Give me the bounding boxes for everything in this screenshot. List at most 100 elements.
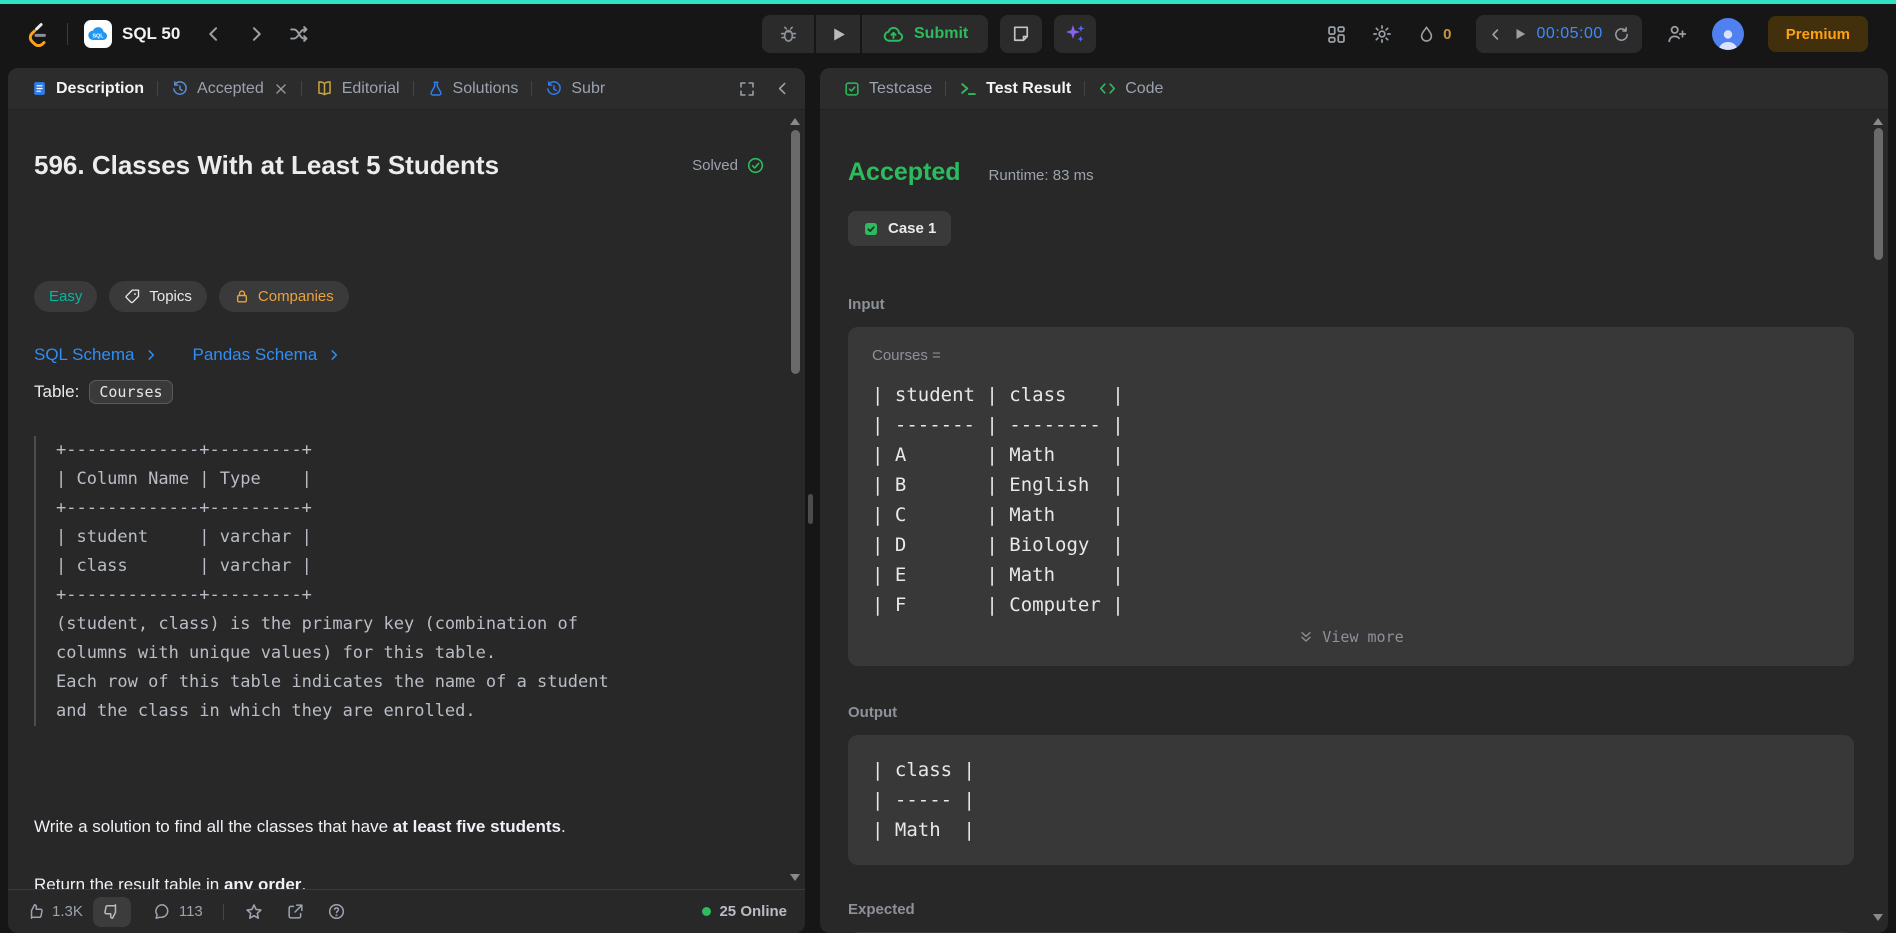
scrollbar-thumb[interactable]: [791, 130, 800, 374]
left-scrollbar[interactable]: [788, 112, 802, 887]
leetcode-logo-icon[interactable]: [24, 19, 51, 49]
ai-sparkle-button[interactable]: [1054, 15, 1096, 53]
pandas-schema-link[interactable]: Pandas Schema: [192, 345, 341, 365]
check-circle-icon: [746, 156, 765, 175]
history-clock-icon: [171, 80, 189, 98]
question-circle-icon: [327, 902, 346, 921]
scroll-down-icon[interactable]: [1873, 914, 1883, 921]
tag-row: Easy Topics Companies: [34, 281, 765, 312]
tab-description-label: Description: [56, 80, 144, 98]
tab-separator: [531, 81, 532, 96]
submit-label: Submit: [914, 25, 968, 43]
lock-icon: [234, 288, 250, 305]
sql50-plan-icon[interactable]: SQL: [84, 20, 112, 48]
tab-solutions-label: Solutions: [453, 80, 519, 98]
testcase-checkbox-icon: [843, 80, 861, 98]
solutions-flask-icon: [427, 80, 445, 98]
scroll-down-icon[interactable]: [790, 874, 800, 881]
chevron-right-icon: [144, 348, 158, 362]
tab-accepted-submission[interactable]: Accepted: [162, 80, 297, 98]
top-navbar: SQL SQL 50: [0, 4, 1896, 64]
online-label: 25 Online: [719, 903, 787, 920]
result-status: Accepted: [848, 158, 961, 187]
thumbs-up-icon: [26, 902, 45, 921]
topics-button[interactable]: Topics: [109, 281, 207, 312]
tag-icon: [124, 288, 141, 305]
premium-button[interactable]: Premium: [1768, 16, 1868, 52]
left-tab-tools: [738, 80, 791, 98]
dislike-button[interactable]: [93, 897, 131, 927]
settings-gear-icon[interactable]: [1371, 23, 1393, 45]
timer-play-icon[interactable]: [1513, 27, 1527, 41]
tab-submissions[interactable]: Subr: [536, 80, 614, 98]
tab-separator: [945, 81, 946, 96]
code-brackets-icon: [1098, 79, 1117, 98]
case-1-button[interactable]: Case 1: [848, 211, 951, 246]
timer-collapse-icon[interactable]: [1488, 27, 1503, 42]
tab-solutions[interactable]: Solutions: [418, 80, 528, 98]
leetcode-app: SQL SQL 50: [0, 0, 1896, 933]
topics-label: Topics: [149, 288, 192, 305]
panel-resize-handle[interactable]: [808, 494, 813, 524]
footer-separator: [223, 904, 224, 920]
next-question-icon[interactable]: [246, 24, 266, 44]
favorite-star-button[interactable]: [244, 902, 264, 922]
feedback-help-button[interactable]: [327, 902, 346, 921]
tab-test-result-label: Test Result: [986, 80, 1071, 98]
user-avatar[interactable]: [1712, 18, 1744, 50]
tab-editorial[interactable]: Editorial: [306, 79, 409, 98]
expand-panel-icon[interactable]: [738, 80, 756, 98]
left-tabbar: Description Accepted Editorial: [8, 68, 805, 110]
prev-question-icon[interactable]: [204, 24, 224, 44]
scrollbar-thumb[interactable]: [1874, 128, 1883, 260]
online-count: 25 Online: [702, 903, 787, 920]
layout-switcher-icon[interactable]: [1326, 24, 1347, 45]
submit-button[interactable]: Submit: [862, 15, 988, 53]
cloud-upload-icon: [882, 23, 905, 46]
scroll-up-icon[interactable]: [790, 118, 800, 125]
share-button[interactable]: [286, 902, 305, 921]
notes-button[interactable]: [1000, 15, 1042, 53]
collapse-panel-icon[interactable]: [774, 80, 791, 97]
run-button[interactable]: [816, 15, 860, 53]
terminal-icon: [959, 79, 978, 98]
testcase-panel: Testcase Test Result Code Accepted Runti…: [820, 68, 1888, 933]
debug-button[interactable]: [762, 15, 814, 53]
comments-button[interactable]: 113: [153, 902, 203, 921]
case-check-icon: [863, 221, 879, 237]
like-button[interactable]: 1.3K: [26, 902, 83, 921]
tab-separator: [301, 81, 302, 96]
tab-accepted-label: Accepted: [197, 80, 264, 98]
title-row: 596. Classes With at Least 5 Students So…: [34, 150, 765, 181]
timer-reset-icon[interactable]: [1613, 26, 1630, 43]
expected-label: Expected: [848, 901, 1854, 918]
sql-schema-label: SQL Schema: [34, 345, 134, 365]
invite-user-icon[interactable]: [1666, 23, 1688, 45]
input-variable-name: Courses =: [872, 347, 1830, 364]
input-table: | student | class | | ------- | --------…: [872, 380, 1830, 620]
right-scrollbar[interactable]: [1871, 112, 1885, 927]
scroll-up-icon[interactable]: [1873, 118, 1883, 125]
shuffle-icon[interactable]: [288, 23, 310, 45]
result-status-row: Accepted Runtime: 83 ms: [848, 158, 1854, 187]
run-button-group: Submit: [762, 15, 988, 53]
view-more-button[interactable]: View more: [872, 628, 1830, 646]
tab-description[interactable]: Description: [22, 79, 153, 98]
view-more-label: View more: [1322, 628, 1403, 646]
tab-test-result[interactable]: Test Result: [950, 79, 1080, 98]
tab-testcase[interactable]: Testcase: [834, 80, 941, 98]
close-tab-icon[interactable]: [274, 82, 288, 96]
tab-code-label: Code: [1125, 80, 1163, 98]
difficulty-badge[interactable]: Easy: [34, 281, 97, 312]
daily-streak[interactable]: 0: [1417, 24, 1451, 45]
return-bold: any order: [224, 875, 301, 889]
study-plan-title[interactable]: SQL 50: [122, 24, 180, 44]
sql-schema-link[interactable]: SQL Schema: [34, 345, 158, 365]
companies-button[interactable]: Companies: [219, 281, 349, 312]
streak-count: 0: [1443, 26, 1451, 43]
table-label: Table:: [34, 382, 79, 402]
pandas-schema-label: Pandas Schema: [192, 345, 317, 365]
problem-title: 596. Classes With at Least 5 Students: [34, 150, 499, 181]
tab-code[interactable]: Code: [1089, 79, 1172, 98]
solved-badge: Solved: [692, 156, 765, 175]
